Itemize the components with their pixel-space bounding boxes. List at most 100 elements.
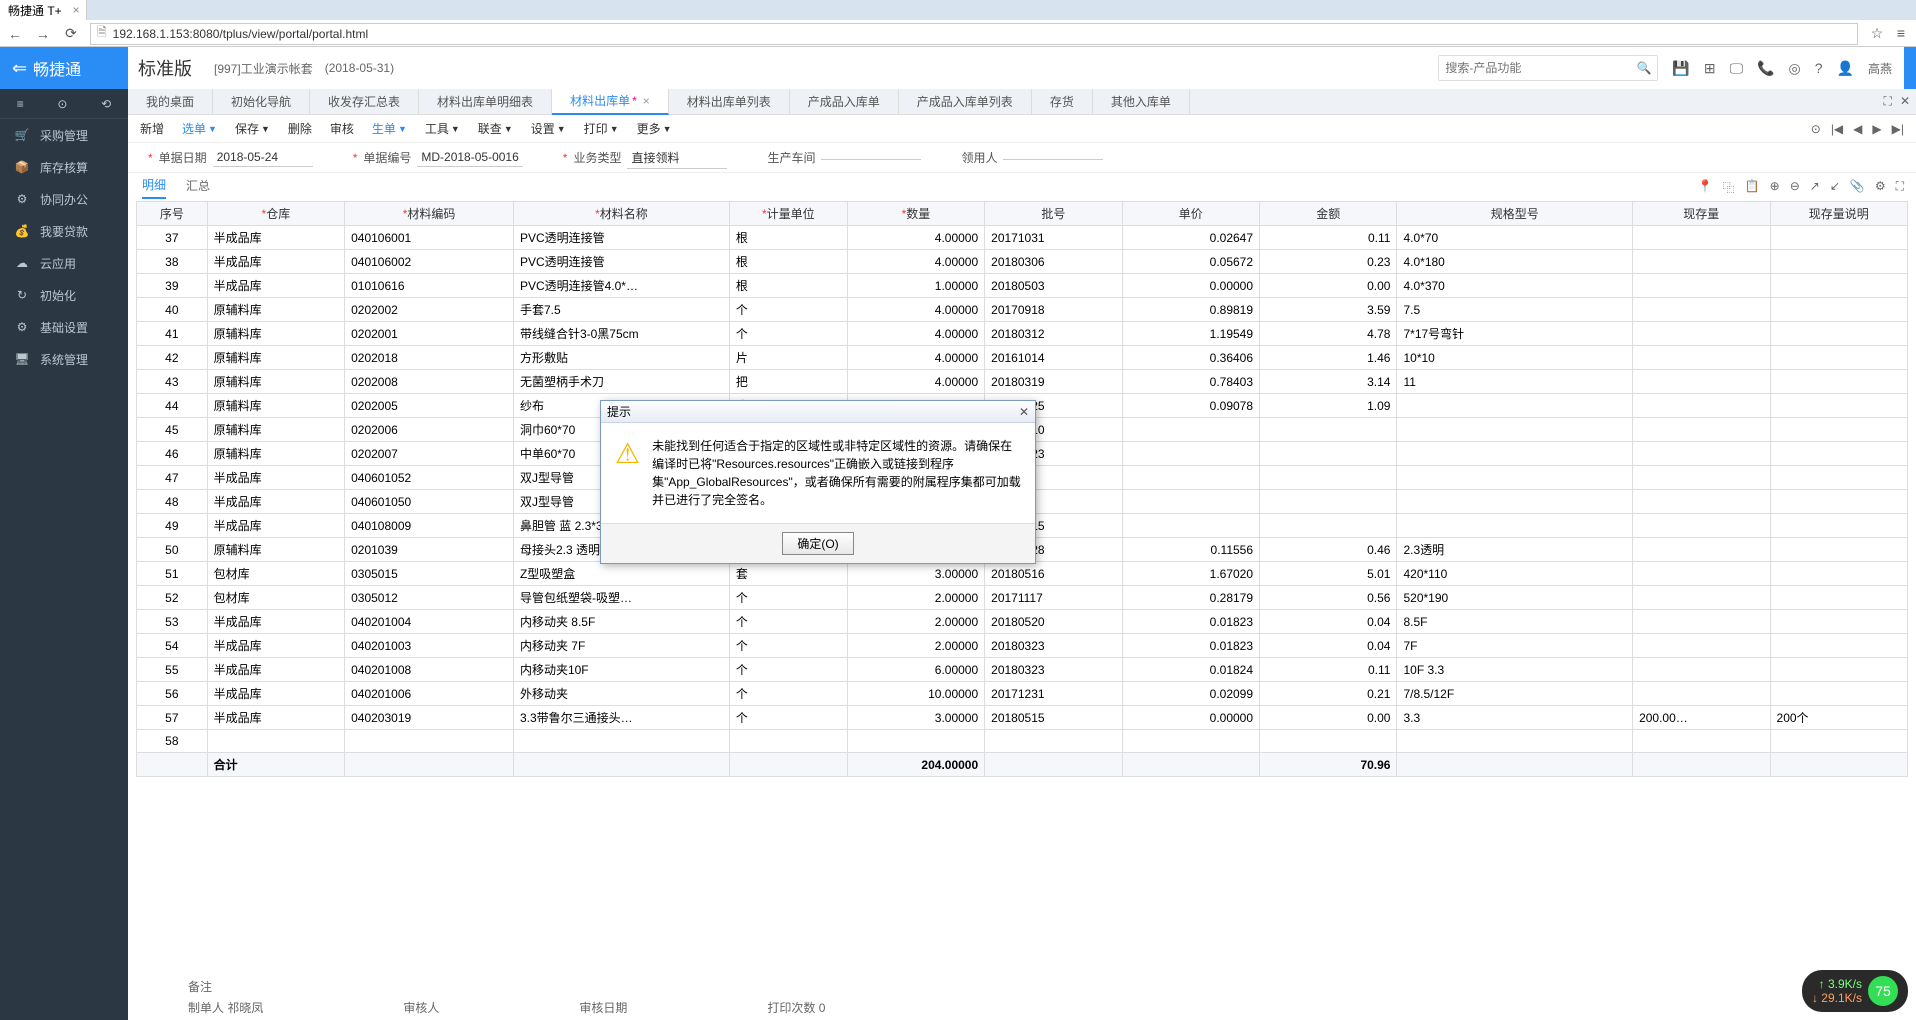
cell[interactable] <box>1770 322 1907 346</box>
paste-icon[interactable]: 📋 <box>1745 179 1760 196</box>
cell[interactable] <box>1633 250 1770 274</box>
cell[interactable]: 0.01823 <box>1122 634 1259 658</box>
cell[interactable]: 41 <box>137 322 208 346</box>
cell[interactable]: 半成品库 <box>207 658 344 682</box>
cell[interactable]: 个 <box>729 298 847 322</box>
cell[interactable] <box>1397 394 1633 418</box>
cell[interactable]: 根 <box>729 250 847 274</box>
refresh-icon[interactable]: ⟲ <box>101 97 111 111</box>
cell[interactable] <box>1633 490 1770 514</box>
cell[interactable] <box>1122 442 1259 466</box>
cell[interactable]: 39 <box>137 274 208 298</box>
cell[interactable]: 0202008 <box>345 370 514 394</box>
table-row[interactable]: 41原辅料库0202001带线缝合针3-0黑75cm个4.00000201803… <box>137 322 1908 346</box>
cell[interactable]: 38 <box>137 250 208 274</box>
cell[interactable]: 50 <box>137 538 208 562</box>
cell[interactable]: 把 <box>729 370 847 394</box>
cell[interactable]: 20171031 <box>985 226 1122 250</box>
cell[interactable]: 0201039 <box>345 538 514 562</box>
table-row[interactable]: 38半成品库040106002PVC透明连接管根4.00000201803060… <box>137 250 1908 274</box>
cell[interactable]: 原辅料库 <box>207 442 344 466</box>
cell[interactable]: 040201003 <box>345 634 514 658</box>
table-row[interactable]: 53半成品库040201004内移动夹 8.5F个2.0000020180520… <box>137 610 1908 634</box>
cell[interactable] <box>1633 298 1770 322</box>
table-row[interactable]: 37半成品库040106001PVC透明连接管根4.00000201710310… <box>137 226 1908 250</box>
expand-icon[interactable]: ⛶ <box>1884 94 1892 109</box>
locate-icon[interactable]: ⊙ <box>1811 122 1821 136</box>
toolbar-button[interactable]: 删除 <box>288 120 312 137</box>
close-icon[interactable]: ✕ <box>1019 405 1029 419</box>
cell[interactable] <box>1770 682 1907 706</box>
cell[interactable]: 20180503 <box>985 274 1122 298</box>
table-row[interactable]: 57半成品库0402030193.3带鲁尔三通接头…个3.00000201805… <box>137 706 1908 730</box>
cell[interactable]: 0.78403 <box>1122 370 1259 394</box>
cell[interactable] <box>1260 490 1397 514</box>
back-icon[interactable]: ← <box>6 26 24 42</box>
cell[interactable]: 原辅料库 <box>207 394 344 418</box>
cell[interactable] <box>1633 730 1770 753</box>
cell[interactable] <box>1397 490 1633 514</box>
cell[interactable] <box>985 730 1122 753</box>
cell[interactable]: 原辅料库 <box>207 346 344 370</box>
menu-icon[interactable]: ≡ <box>1892 25 1910 42</box>
cell[interactable] <box>1633 394 1770 418</box>
cell[interactable] <box>1770 538 1907 562</box>
column-header[interactable]: 序号 <box>137 202 208 226</box>
cell[interactable]: 43 <box>137 370 208 394</box>
cell[interactable]: 20180323 <box>985 634 1122 658</box>
cell[interactable]: 0.02647 <box>1122 226 1259 250</box>
cell[interactable] <box>1633 610 1770 634</box>
cell[interactable] <box>1770 250 1907 274</box>
cell[interactable]: PVC透明连接管 <box>513 250 729 274</box>
cell[interactable]: 0202005 <box>345 394 514 418</box>
user-name[interactable]: 高燕 <box>1868 60 1892 77</box>
cell[interactable]: 半成品库 <box>207 466 344 490</box>
cell[interactable]: 44 <box>137 394 208 418</box>
cell[interactable]: 49 <box>137 514 208 538</box>
cell[interactable] <box>1633 418 1770 442</box>
search-box[interactable]: 🔍 <box>1438 55 1658 81</box>
cell[interactable]: 个 <box>729 586 847 610</box>
cell[interactable]: 方形敷贴 <box>513 346 729 370</box>
cell[interactable]: 外移动夹 <box>513 682 729 706</box>
phone-icon[interactable]: 📞 <box>1757 60 1774 77</box>
cell[interactable]: 20180306 <box>985 250 1122 274</box>
cell[interactable] <box>1770 562 1907 586</box>
cell[interactable]: 0.11 <box>1260 226 1397 250</box>
cell[interactable] <box>1397 466 1633 490</box>
url-bar[interactable]: 🗎 192.168.1.153:8080/tplus/view/portal/p… <box>90 23 1858 45</box>
last-icon[interactable]: ▶| <box>1892 122 1904 136</box>
cell[interactable]: 内移动夹 7F <box>513 634 729 658</box>
cell[interactable]: 0.00000 <box>1122 706 1259 730</box>
sidebar-item[interactable]: 💰我要贷款 <box>0 215 128 247</box>
prev-icon[interactable]: ◀ <box>1853 122 1862 136</box>
column-header[interactable]: 批号 <box>985 202 1122 226</box>
cell[interactable]: 4.0*180 <box>1397 250 1633 274</box>
subtab-summary[interactable]: 汇总 <box>186 177 210 198</box>
search-input[interactable] <box>1445 61 1636 75</box>
cell[interactable] <box>1770 274 1907 298</box>
cell[interactable]: 根 <box>729 274 847 298</box>
column-header[interactable]: 金额 <box>1260 202 1397 226</box>
export-icon[interactable]: ↗ <box>1810 179 1820 196</box>
doc-tab[interactable]: 我的桌面 <box>128 89 213 115</box>
doc-tab[interactable]: 存货 <box>1032 89 1093 115</box>
cell[interactable]: 45 <box>137 418 208 442</box>
cell[interactable] <box>1770 634 1907 658</box>
cell[interactable] <box>1770 514 1907 538</box>
cell[interactable]: 2.00000 <box>847 610 984 634</box>
doc-tab[interactable]: 收发存汇总表 <box>310 89 419 115</box>
cell[interactable] <box>1260 730 1397 753</box>
cell[interactable]: 0.04 <box>1260 634 1397 658</box>
cell[interactable]: Z型吸塑盒 <box>513 562 729 586</box>
column-header[interactable]: *材料名称 <box>513 202 729 226</box>
cell[interactable]: 40 <box>137 298 208 322</box>
cell[interactable]: 20180312 <box>985 322 1122 346</box>
doc-tab[interactable]: 材料出库单列表 <box>669 89 790 115</box>
cell[interactable]: 3.00000 <box>847 562 984 586</box>
cell[interactable]: 0202006 <box>345 418 514 442</box>
close-all-icon[interactable]: ✕ <box>1900 94 1910 109</box>
cell[interactable]: 5.01 <box>1260 562 1397 586</box>
cell[interactable]: 半成品库 <box>207 706 344 730</box>
cell[interactable]: 7F <box>1397 634 1633 658</box>
